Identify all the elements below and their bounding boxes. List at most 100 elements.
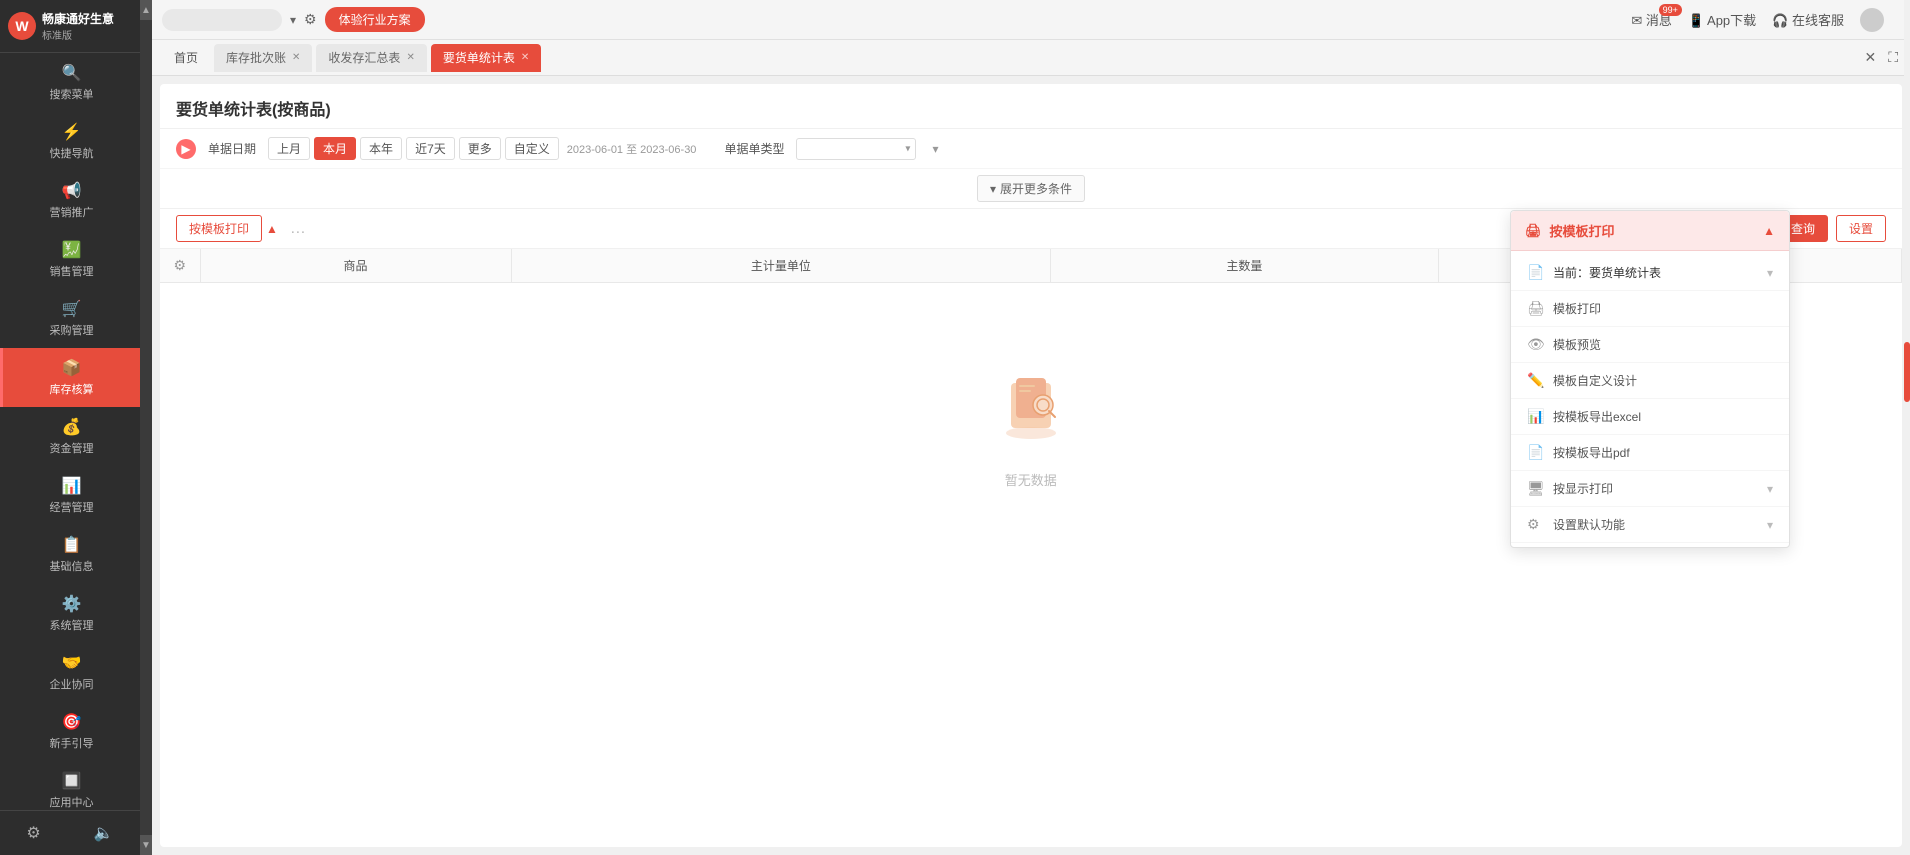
- sidebar-bottom: ⚙ 🔈: [0, 810, 140, 855]
- settings-icon[interactable]: ⚙: [22, 819, 44, 847]
- notification-btn[interactable]: ✉ 消息 99+: [1631, 10, 1672, 29]
- app-name: 畅康通好生意: [42, 10, 114, 27]
- avatar[interactable]: [1860, 8, 1884, 32]
- scroll-down-btn[interactable]: ▼: [140, 835, 152, 855]
- nav-icon-3: 💹: [62, 240, 82, 260]
- nav-label-7: 经营管理: [50, 499, 94, 515]
- nav-label-9: 系统管理: [50, 617, 94, 633]
- app-edition: 标准版: [42, 27, 114, 42]
- window-controls: ✕ ⛶: [1862, 47, 1900, 68]
- print-menu-item-4[interactable]: 📊按模板导出excel: [1511, 399, 1789, 435]
- nav-label-10: 企业协同: [50, 676, 94, 692]
- print-dropdown-header: 🖨 按模板打印 ▲: [1511, 211, 1789, 251]
- sidebar-item-基础信息[interactable]: 📋基础信息: [0, 525, 140, 584]
- menu-icon-3: ✏️: [1527, 372, 1543, 389]
- close-icon[interactable]: ✕: [521, 52, 529, 63]
- expand-more-btn[interactable]: ▾ 展开更多条件: [977, 175, 1085, 202]
- print-dropdown: 🖨 按模板打印 ▲ 📄当前：要货单统计表▾🖨模板打印👁模板预览✏️模板自定义设计…: [1510, 210, 1790, 548]
- nav-icon-5: 📦: [62, 358, 82, 378]
- print-dropdown-close-btn[interactable]: ▲: [1763, 224, 1775, 238]
- filter-row: ▶ 单据日期 上月 本月 本年 近7天 更多 自定义 2023-06-01 至 …: [160, 129, 1902, 169]
- app-logo-text: 畅康通好生意 标准版: [42, 10, 114, 42]
- tab-order-stats-label: 要货单统计表: [443, 49, 515, 66]
- col-unit: 主计量单位: [511, 249, 1051, 283]
- print-menu-item-7[interactable]: ⚙设置默认功能▾: [1511, 507, 1789, 543]
- date-btn-more[interactable]: 更多: [459, 137, 501, 160]
- phone-icon: 📱: [1688, 13, 1704, 28]
- sidebar-item-快捷导航[interactable]: ⚡ 快捷导航: [0, 112, 140, 171]
- nav-icon-11: 🎯: [62, 712, 82, 732]
- menu-icon-0: 📄: [1527, 264, 1543, 281]
- nav-label-1: 快捷导航: [50, 145, 94, 161]
- sidebar-item-营销推广[interactable]: 📢营销推广: [0, 171, 140, 230]
- main-area: ▾ ⚙ 体验行业方案 ✉ 消息 99+ 📱 App下载 🎧 在线客服 首页: [152, 0, 1910, 855]
- speaker-icon[interactable]: 🔈: [90, 819, 118, 847]
- gear-icon[interactable]: ⚙: [304, 11, 317, 28]
- date-btn-this-year[interactable]: 本年: [360, 137, 402, 160]
- date-btn-last-month[interactable]: 上月: [268, 137, 310, 160]
- more-options-icon[interactable]: …: [290, 220, 306, 238]
- close-icon[interactable]: ✕: [292, 52, 300, 63]
- app-download-btn[interactable]: 📱 App下载: [1688, 10, 1756, 29]
- expand-icon: ▾: [990, 182, 996, 196]
- print-template-btn[interactable]: 按模板打印: [176, 215, 262, 242]
- sidebar-item-搜索菜单[interactable]: 🔍搜索菜单: [0, 53, 140, 112]
- tab-inventory-batch[interactable]: 库存批次账 ✕: [214, 44, 312, 72]
- right-scrollbar[interactable]: [1904, 0, 1910, 855]
- settings-btn[interactable]: 设置: [1836, 215, 1886, 242]
- search-input[interactable]: [162, 9, 282, 31]
- type-filter-arrow: ▾: [932, 142, 938, 156]
- date-filter-label: 单据日期: [208, 140, 256, 157]
- sidebar-item-经营管理[interactable]: 📊经营管理: [0, 466, 140, 525]
- sidebar-item-采购管理[interactable]: 🛒采购管理: [0, 289, 140, 348]
- table-settings-icon[interactable]: ⚙: [173, 257, 186, 273]
- nav-icon-9: ⚙️: [62, 594, 82, 614]
- sidebar-item-新手引导[interactable]: 🎯新手引导: [0, 702, 140, 761]
- col-quantity: 主数量: [1051, 249, 1438, 283]
- tab-order-stats[interactable]: 要货单统计表 ✕: [431, 44, 541, 72]
- sidebar-item-系统管理[interactable]: ⚙️ 系统管理: [0, 584, 140, 643]
- page-title: 要货单统计表(按商品): [176, 102, 331, 119]
- nav-icon-10: 🤝: [62, 653, 82, 673]
- type-filter-select[interactable]: [796, 138, 916, 160]
- scrollbar-thumb: [1904, 342, 1910, 402]
- tab-home-label: 首页: [174, 49, 198, 66]
- online-service-btn[interactable]: 🎧 在线客服: [1772, 10, 1844, 29]
- tab-summary[interactable]: 收发存汇总表 ✕: [316, 44, 426, 72]
- app-logo-icon: W: [8, 12, 36, 40]
- tab-inventory-batch-label: 库存批次账: [226, 49, 286, 66]
- nav-icon-1: ⚡: [62, 122, 82, 142]
- menu-icon-2: 👁: [1527, 336, 1543, 353]
- menu-icon-6: 🖥: [1527, 480, 1543, 497]
- maximize-window-btn[interactable]: ⛶: [1886, 47, 1900, 68]
- sidebar-item-销售管理[interactable]: 💹销售管理: [0, 230, 140, 289]
- date-btn-7days[interactable]: 近7天: [406, 137, 455, 160]
- sidebar-item-应用中心[interactable]: 🔲应用中心: [0, 761, 140, 810]
- filter-expand-btn[interactable]: ▶: [176, 139, 196, 159]
- nav-icon-2: 📢: [62, 181, 82, 201]
- print-dropdown-body: 📄当前：要货单统计表▾🖨模板打印👁模板预览✏️模板自定义设计📊按模板导出exce…: [1511, 251, 1789, 547]
- sidebar-item-资金管理[interactable]: 💰资金管理: [0, 407, 140, 466]
- print-menu-item-2[interactable]: 👁模板预览: [1511, 327, 1789, 363]
- print-menu-item-1[interactable]: 🖨模板打印: [1511, 291, 1789, 327]
- date-btn-custom[interactable]: 自定义: [505, 137, 559, 160]
- close-window-btn[interactable]: ✕: [1862, 47, 1878, 68]
- tab-home[interactable]: 首页: [162, 44, 210, 72]
- nav-label-0: 搜索菜单: [50, 86, 94, 102]
- close-icon[interactable]: ✕: [406, 52, 414, 63]
- print-menu-item-5[interactable]: 📄按模板导出pdf: [1511, 435, 1789, 471]
- sidebar-item-库存核算[interactable]: 📦库存核算: [0, 348, 140, 407]
- print-menu-item-6[interactable]: 🖥按显示打印▾: [1511, 471, 1789, 507]
- print-menu-item-3[interactable]: ✏️模板自定义设计: [1511, 363, 1789, 399]
- menu-icon-4: 📊: [1527, 408, 1543, 425]
- print-dropdown-arrow[interactable]: ▲: [266, 222, 278, 236]
- menu-icon-1: 🖨: [1527, 300, 1543, 317]
- dropdown-icon[interactable]: ▾: [290, 13, 296, 27]
- sidebar-scrollbar[interactable]: ▲ ▼: [140, 0, 152, 855]
- date-range-display: 2023-06-01 至 2023-06-30: [567, 141, 697, 157]
- print-menu-item-0[interactable]: 📄当前：要货单统计表▾: [1511, 255, 1789, 291]
- sidebar-item-企业协同[interactable]: 🤝 企业协同: [0, 643, 140, 702]
- scroll-up-btn[interactable]: ▲: [140, 0, 152, 20]
- industry-btn[interactable]: 体验行业方案: [325, 7, 425, 32]
- date-btn-this-month[interactable]: 本月: [314, 137, 356, 160]
